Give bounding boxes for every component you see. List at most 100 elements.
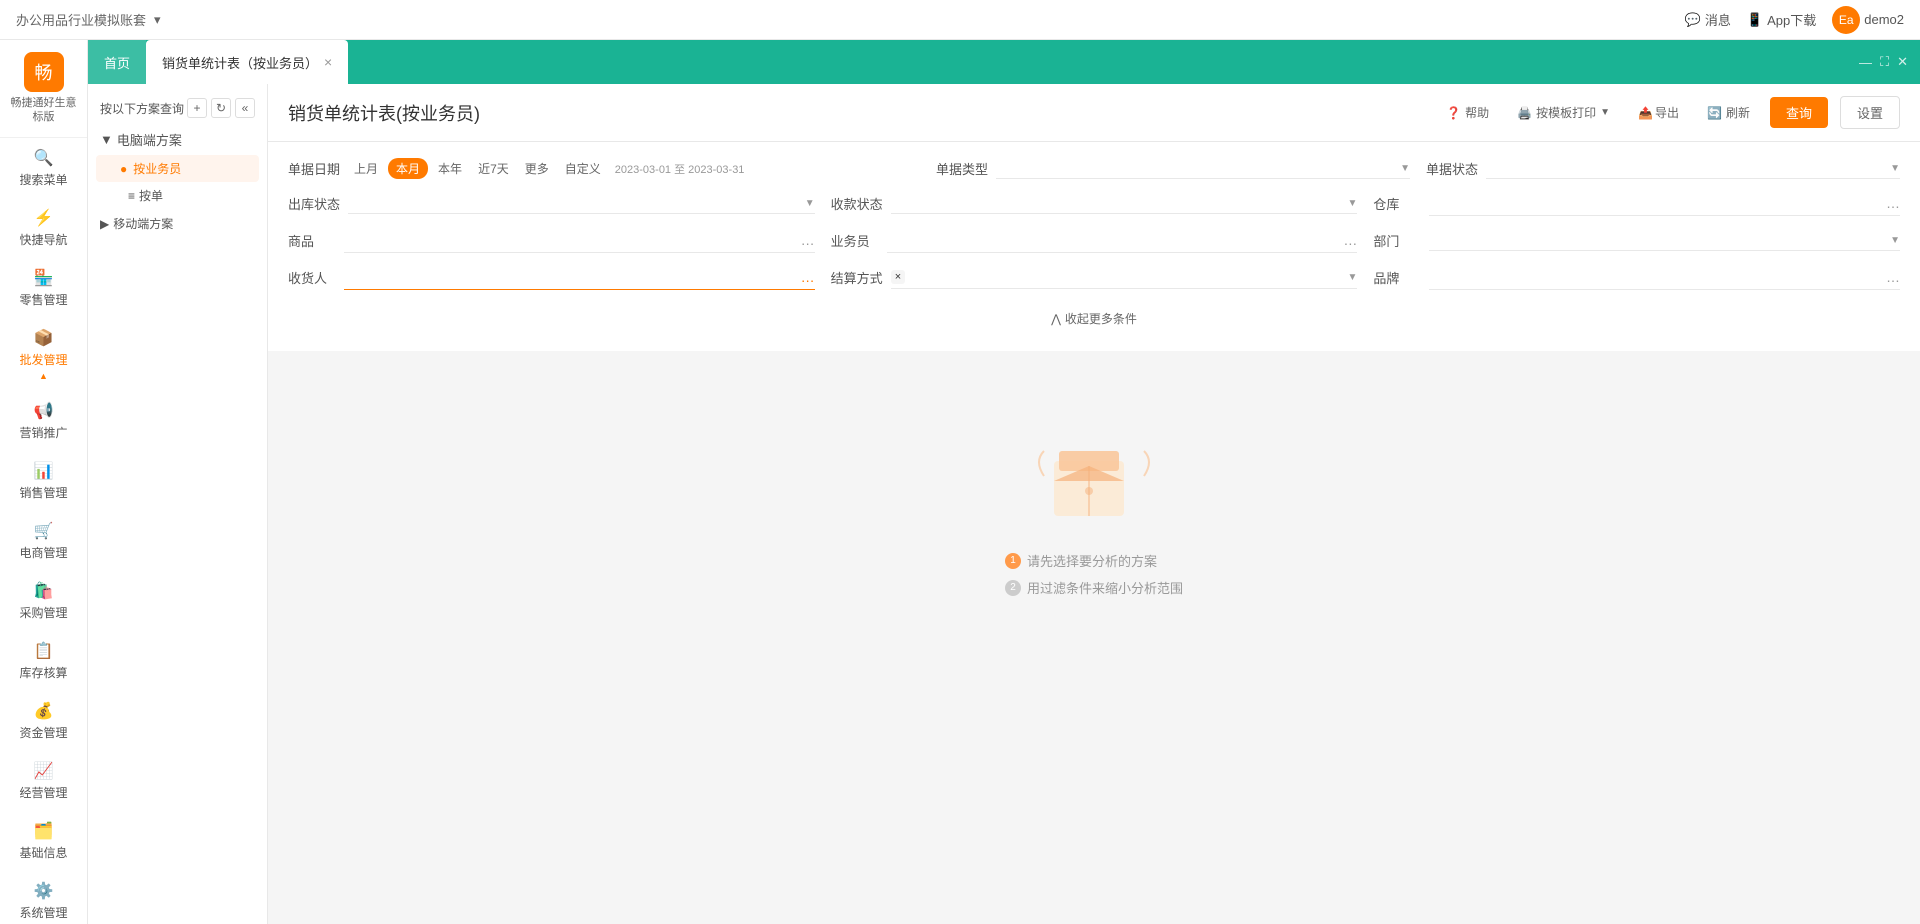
filter-row-3: 商品 … 业务员 … <box>288 228 1900 253</box>
app-download-btn[interactable]: 📱 App下载 <box>1747 10 1816 29</box>
goods-dots[interactable]: … <box>801 232 815 248</box>
this-month-btn[interactable]: 本月 <box>388 158 428 179</box>
collapse-filters-btn[interactable]: ⋀ 收起更多条件 <box>288 302 1900 335</box>
sidebar-item-quick-nav[interactable]: ⚡ 快捷导航 <box>0 198 87 258</box>
page-actions: ❓ 帮助 🖨️ 按模板打印 ▼ 📤 导出 � <box>1438 96 1900 129</box>
breadcrumb-dropdown-icon[interactable]: ▾ <box>154 12 161 28</box>
last-7-days-btn[interactable]: 近7天 <box>472 158 515 179</box>
step-2-num: 2 <box>1005 580 1021 596</box>
date-filter-item: 单据日期 上月 本月 本年 近7天 更多 自定义 2023-03-01 至 20… <box>288 158 920 179</box>
export-icon: 📤 <box>1638 106 1653 120</box>
sidebar-item-label: 批发管理 <box>19 351 67 368</box>
left-panel-title: 按以下方案查询 <box>100 100 184 117</box>
tab-close-btn[interactable]: × <box>324 54 332 70</box>
payment-method-dropdown-icon: ▼ <box>1347 272 1357 283</box>
sidebar-item-ecommerce[interactable]: 🛒 电商管理 <box>0 511 87 571</box>
department-select[interactable]: ▼ <box>1429 231 1900 251</box>
sidebar-item-retail[interactable]: 🏪 零售管理 <box>0 258 87 318</box>
query-btn[interactable]: 查询 <box>1770 97 1828 128</box>
export-btn[interactable]: 📤 导出 <box>1630 100 1687 125</box>
help-btn[interactable]: ❓ 帮助 <box>1438 100 1497 125</box>
sidebar-item-marketing[interactable]: 📢 营销推广 <box>0 391 87 451</box>
brand-input[interactable]: … <box>1429 265 1900 290</box>
receiver-dots[interactable]: … <box>801 269 815 285</box>
sidebar-item-label: 营销推广 <box>19 424 67 441</box>
template-print-btn[interactable]: 🖨️ 按模板打印 ▼ <box>1509 100 1618 125</box>
refresh-plan-btn[interactable]: ↻ <box>211 98 231 118</box>
message-btn[interactable]: 💬 消息 <box>1685 10 1731 29</box>
this-year-btn[interactable]: 本年 <box>432 158 468 179</box>
goods-input[interactable]: … <box>344 228 815 253</box>
warehouse-input[interactable]: … <box>1429 191 1900 216</box>
minimize-btn[interactable]: — <box>1859 55 1872 70</box>
salesperson-input[interactable]: … <box>887 228 1358 253</box>
more-btn[interactable]: 更多 <box>519 158 555 179</box>
sidebar-item-inventory[interactable]: 📋 库存核算 <box>0 631 87 691</box>
filter-row-2: 出库状态 ▼ 收款状态 ▼ <box>288 191 1900 216</box>
payment-method-filter-item: 结算方式 × ▼ <box>831 266 1358 289</box>
settings-btn[interactable]: 设置 <box>1840 96 1900 129</box>
salesperson-filter-item: 业务员 … <box>831 228 1358 253</box>
help-label: 帮助 <box>1465 104 1489 121</box>
window-close-btn[interactable]: ✕ <box>1897 54 1908 70</box>
payment-method-select[interactable]: × ▼ <box>891 266 1358 289</box>
doc-status-filter-item: 单据状态 ▼ <box>1426 159 1900 179</box>
receipt-status-select[interactable]: ▼ <box>891 194 1358 214</box>
receiver-input[interactable]: … <box>344 265 815 290</box>
warehouse-filter-item: 仓库 … <box>1373 191 1900 216</box>
receiver-label: 收货人 <box>288 268 336 287</box>
maximize-btn[interactable]: ⛶ <box>1880 54 1889 70</box>
sidebar-item-finance[interactable]: 💰 资金管理 <box>0 691 87 751</box>
payment-method-tag: × <box>891 270 905 284</box>
step-1-num: 1 <box>1005 553 1021 569</box>
left-panel-actions: + ↻ « <box>187 98 255 118</box>
doc-status-dropdown-icon: ▼ <box>1890 163 1900 174</box>
plan-item-by-order[interactable]: ≡ 按单 <box>96 182 259 209</box>
desktop-plan-title[interactable]: ▼ 电脑端方案 <box>96 124 259 155</box>
doc-type-dropdown-icon: ▼ <box>1400 163 1410 174</box>
doc-type-select[interactable]: ▼ <box>996 159 1410 179</box>
topbar-right: 💬 消息 📱 App下载 Ea demo2 <box>1685 6 1904 34</box>
collapse-panel-btn[interactable]: « <box>235 98 255 118</box>
out-status-select[interactable]: ▼ <box>348 194 815 214</box>
custom-btn[interactable]: 自定义 <box>559 158 607 179</box>
desktop-plans: ▼ 电脑端方案 ● 按业务员 ≡ 按单 <box>88 124 267 209</box>
warehouse-dots[interactable]: … <box>1886 195 1900 211</box>
mobile-plans[interactable]: ▶ 移动端方案 <box>88 209 267 238</box>
app-download-label: App下载 <box>1767 10 1816 29</box>
user-area[interactable]: Ea demo2 <box>1832 6 1904 34</box>
finance-icon: 💰 <box>34 701 54 721</box>
left-panel: 按以下方案查询 + ↻ « ▼ 电脑端方案 ● 按业务员 <box>88 84 268 924</box>
salesperson-dots[interactable]: … <box>1343 232 1357 248</box>
receipt-status-label: 收款状态 <box>831 194 883 213</box>
tab-sales-stat[interactable]: 销货单统计表（按业务员） × <box>146 40 348 84</box>
sidebar-item-wholesale[interactable]: 📦 批发管理 ▲ <box>0 318 87 391</box>
sidebar-item-system[interactable]: ⚙️ 系统管理 <box>0 871 87 924</box>
last-month-btn[interactable]: 上月 <box>348 158 384 179</box>
add-plan-btn[interactable]: + <box>187 98 207 118</box>
empty-hint-1-text: 请先选择要分析的方案 <box>1027 551 1157 570</box>
sidebar-item-purchase[interactable]: 🛍️ 采购管理 <box>0 571 87 631</box>
logo-icon: 畅 <box>24 52 64 92</box>
sidebar-item-search[interactable]: 🔍 搜索菜单 <box>0 138 87 198</box>
tab-sales-stat-label: 销货单统计表（按业务员） <box>162 53 318 72</box>
refresh-btn[interactable]: 🔄 刷新 <box>1699 100 1758 125</box>
sidebar-item-basic[interactable]: 🗂️ 基础信息 <box>0 811 87 871</box>
sidebar-item-label: 销售管理 <box>19 484 67 501</box>
brand-dots[interactable]: … <box>1886 269 1900 285</box>
empty-icon-area <box>1034 431 1154 531</box>
sidebar-item-operations[interactable]: 📈 经营管理 <box>0 751 87 811</box>
receipt-status-filter-item: 收款状态 ▼ <box>831 194 1358 214</box>
doc-status-select[interactable]: ▼ <box>1486 159 1900 179</box>
department-dropdown-icon: ▼ <box>1890 235 1900 246</box>
breadcrumb-area: 办公用品行业模拟账套 ▾ <box>16 10 161 29</box>
doc-type-label: 单据类型 <box>936 159 988 178</box>
export-label: 导出 <box>1655 104 1679 121</box>
sidebar-item-sales[interactable]: 📊 销售管理 <box>0 451 87 511</box>
plan-item-by-salesperson[interactable]: ● 按业务员 <box>96 155 259 182</box>
tab-home[interactable]: 首页 <box>88 40 146 84</box>
sidebar-item-label: 基础信息 <box>19 844 67 861</box>
print-icon: 🖨️ <box>1517 106 1532 120</box>
warehouse-label: 仓库 <box>1373 194 1421 213</box>
wholesale-icon: 📦 <box>34 328 54 348</box>
